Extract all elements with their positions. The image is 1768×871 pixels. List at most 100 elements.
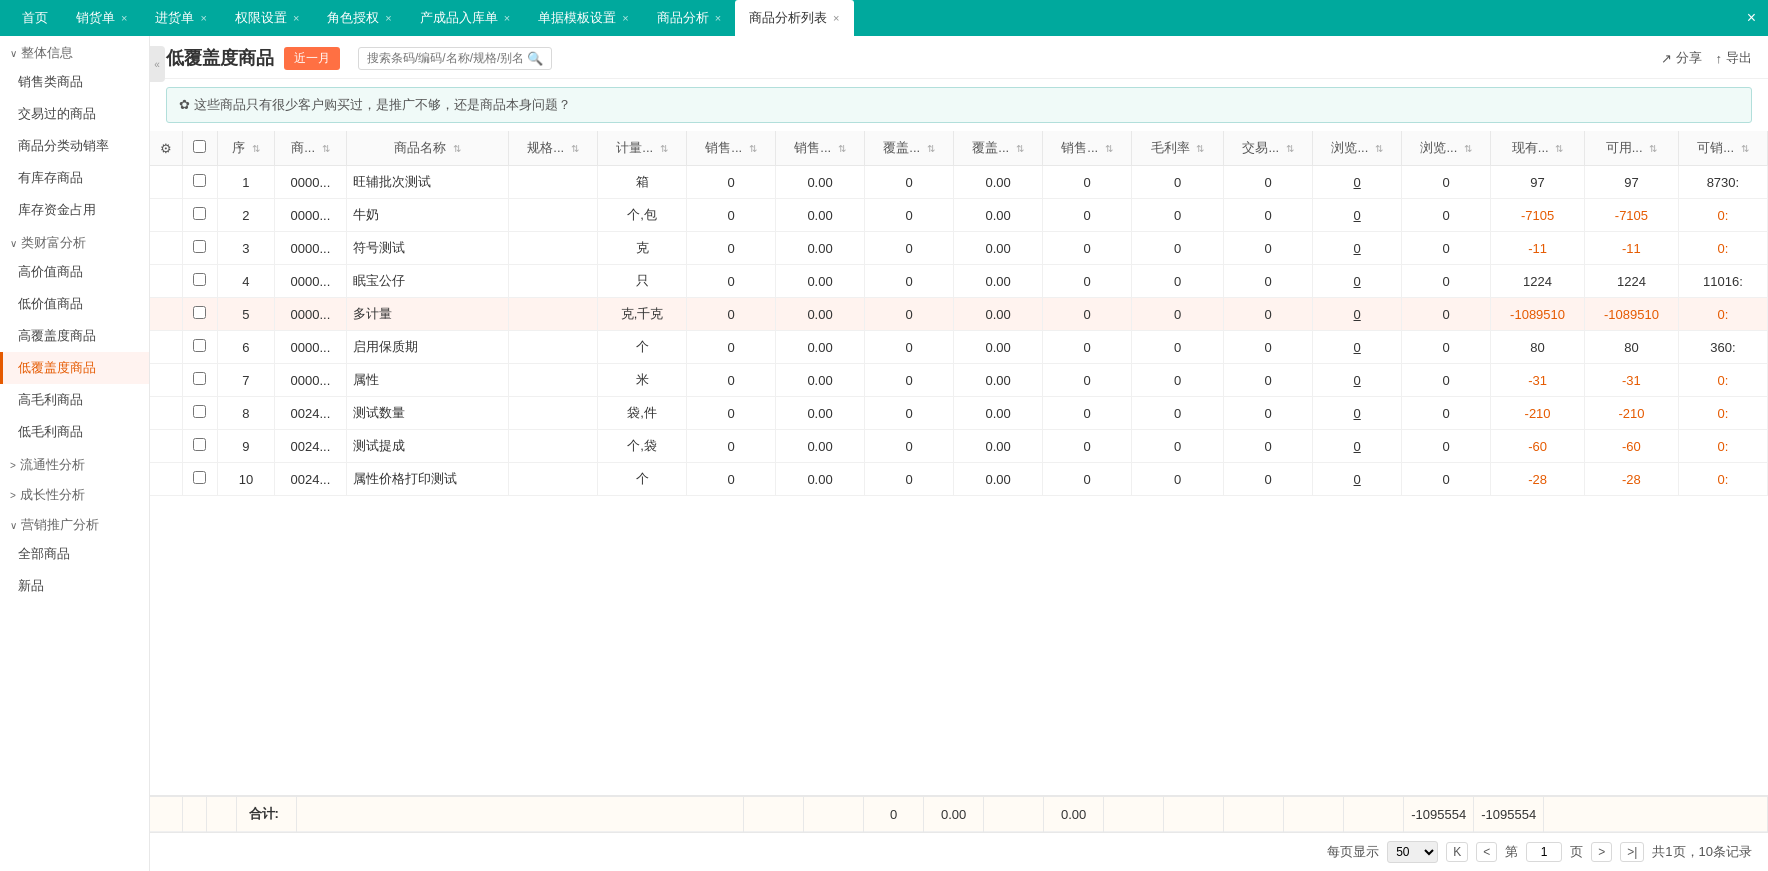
first-page-button[interactable]: K (1446, 842, 1468, 862)
checkbox-cell[interactable] (182, 166, 218, 199)
sidebar-item-high-margin[interactable]: 高毛利商品 (0, 384, 149, 416)
browse1-link[interactable]: 0 (1354, 439, 1361, 454)
sidebar-section-marketing[interactable]: ∨ 营销推广分析 (0, 508, 149, 538)
prev-page-button[interactable]: < (1476, 842, 1497, 862)
sidebar-item-all-goods[interactable]: 全部商品 (0, 538, 149, 570)
nav-item-analysis[interactable]: 商品分析 × (643, 0, 735, 36)
browse1-cell[interactable]: 0 (1313, 232, 1402, 265)
checkbox-cell[interactable] (182, 199, 218, 232)
browse1-link[interactable]: 0 (1354, 208, 1361, 223)
page-size-select[interactable]: 50 10 20 100 (1387, 841, 1438, 863)
sidebar-item-new-goods[interactable]: 新品 (0, 570, 149, 602)
close-icon[interactable]: × (293, 12, 299, 24)
checkbox-cell[interactable] (182, 232, 218, 265)
no-column-header[interactable]: 序 ⇅ (218, 131, 274, 166)
browse1-cell[interactable]: 0 (1313, 298, 1402, 331)
sidebar-item-high-value[interactable]: 高价值商品 (0, 256, 149, 288)
select-all-checkbox[interactable] (193, 140, 206, 153)
sidebar-item-sales-goods[interactable]: 销售类商品 (0, 66, 149, 98)
sidebar-item-category-turnover[interactable]: 商品分类动销率 (0, 130, 149, 162)
row-checkbox[interactable] (193, 207, 206, 220)
next-page-button[interactable]: > (1591, 842, 1612, 862)
nav-item-templates[interactable]: 单据模板设置 × (524, 0, 642, 36)
nav-item-analysis-list[interactable]: 商品分析列表 × (735, 0, 853, 36)
saleable-column-header[interactable]: 可销... ⇅ (1678, 131, 1767, 166)
browse1-cell[interactable]: 0 (1313, 364, 1402, 397)
sidebar-collapse-button[interactable]: « (150, 46, 165, 82)
sidebar-section-growth[interactable]: > 成长性分析 (0, 478, 149, 508)
global-close-button[interactable]: × (1747, 9, 1756, 27)
table-wrapper[interactable]: ⚙ 序 ⇅ 商... ⇅ 商品名称 ⇅ 规格... ⇅ 计量... ⇅ 销售..… (150, 131, 1768, 795)
row-checkbox[interactable] (193, 306, 206, 319)
sales-qty-column-header[interactable]: 销售... ⇅ (687, 131, 776, 166)
cover-num-column-header[interactable]: 覆盖... ⇅ (865, 131, 954, 166)
browse1-link[interactable]: 0 (1354, 406, 1361, 421)
row-checkbox[interactable] (193, 372, 206, 385)
sidebar-item-low-coverage[interactable]: 低覆盖度商品 (0, 352, 149, 384)
sidebar-item-stock-capital[interactable]: 库存资金占用 (0, 194, 149, 226)
settings-column-header[interactable]: ⚙ (150, 131, 182, 166)
available-column-header[interactable]: 可用... ⇅ (1585, 131, 1679, 166)
sidebar-section-overall[interactable]: ∨ 整体信息 (0, 36, 149, 66)
browse1-cell[interactable]: 0 (1313, 430, 1402, 463)
row-checkbox[interactable] (193, 471, 206, 484)
sidebar-item-high-coverage[interactable]: 高覆盖度商品 (0, 320, 149, 352)
row-checkbox[interactable] (193, 240, 206, 253)
row-checkbox[interactable] (193, 405, 206, 418)
sidebar-item-traded-goods[interactable]: 交易过的商品 (0, 98, 149, 130)
browse1-cell[interactable]: 0 (1313, 397, 1402, 430)
sales-cnt-column-header[interactable]: 销售... ⇅ (1043, 131, 1132, 166)
nav-item-home[interactable]: 首页 (8, 0, 62, 36)
browse1-link[interactable]: 0 (1354, 175, 1361, 190)
sidebar-section-liquidity[interactable]: > 流通性分析 (0, 448, 149, 478)
checkbox-cell[interactable] (182, 265, 218, 298)
unit-column-header[interactable]: 计量... ⇅ (598, 131, 687, 166)
nav-item-production[interactable]: 产成品入库单 × (406, 0, 524, 36)
nav-item-sales[interactable]: 销货单 × (62, 0, 141, 36)
browse1-cell[interactable]: 0 (1313, 331, 1402, 364)
checkbox-cell[interactable] (182, 331, 218, 364)
browse1-link[interactable]: 0 (1354, 241, 1361, 256)
nav-item-purchase[interactable]: 进货单 × (141, 0, 220, 36)
row-checkbox[interactable] (193, 438, 206, 451)
checkbox-cell[interactable] (182, 430, 218, 463)
checkbox-cell[interactable] (182, 397, 218, 430)
sidebar-section-wealth[interactable]: ∨ 类财富分析 (0, 226, 149, 256)
browse1-column-header[interactable]: 浏览... ⇅ (1313, 131, 1402, 166)
row-checkbox[interactable] (193, 273, 206, 286)
sales-amt-column-header[interactable]: 销售... ⇅ (776, 131, 865, 166)
browse1-cell[interactable]: 0 (1313, 463, 1402, 496)
browse1-link[interactable]: 0 (1354, 373, 1361, 388)
current-column-header[interactable]: 现有... ⇅ (1491, 131, 1585, 166)
nav-item-roles[interactable]: 角色授权 × (313, 0, 405, 36)
close-icon[interactable]: × (833, 12, 839, 24)
share-button[interactable]: ↗ 分享 (1661, 49, 1702, 67)
sidebar-item-low-margin[interactable]: 低毛利商品 (0, 416, 149, 448)
search-input[interactable] (367, 51, 527, 65)
name-column-header[interactable]: 商品名称 ⇅ (347, 131, 509, 166)
date-filter-button[interactable]: 近一月 (284, 47, 340, 70)
close-icon[interactable]: × (121, 12, 127, 24)
checkbox-cell[interactable] (182, 463, 218, 496)
browse1-link[interactable]: 0 (1354, 340, 1361, 355)
browse1-link[interactable]: 0 (1354, 274, 1361, 289)
browse1-link[interactable]: 0 (1354, 472, 1361, 487)
last-page-button[interactable]: >| (1620, 842, 1644, 862)
close-icon[interactable]: × (622, 12, 628, 24)
close-icon[interactable]: × (504, 12, 510, 24)
checkbox-cell[interactable] (182, 364, 218, 397)
close-icon[interactable]: × (385, 12, 391, 24)
export-button[interactable]: ↑ 导出 (1716, 49, 1753, 67)
browse1-cell[interactable]: 0 (1313, 199, 1402, 232)
close-icon[interactable]: × (200, 12, 206, 24)
page-number-input[interactable] (1526, 842, 1562, 862)
browse1-cell[interactable]: 0 (1313, 265, 1402, 298)
gross-rate-column-header[interactable]: 毛利率 ⇅ (1132, 131, 1224, 166)
row-checkbox[interactable] (193, 174, 206, 187)
browse1-cell[interactable]: 0 (1313, 166, 1402, 199)
sidebar-item-low-value[interactable]: 低价值商品 (0, 288, 149, 320)
sidebar-item-in-stock[interactable]: 有库存商品 (0, 162, 149, 194)
browse1-link[interactable]: 0 (1354, 307, 1361, 322)
close-icon[interactable]: × (715, 12, 721, 24)
row-checkbox[interactable] (193, 339, 206, 352)
